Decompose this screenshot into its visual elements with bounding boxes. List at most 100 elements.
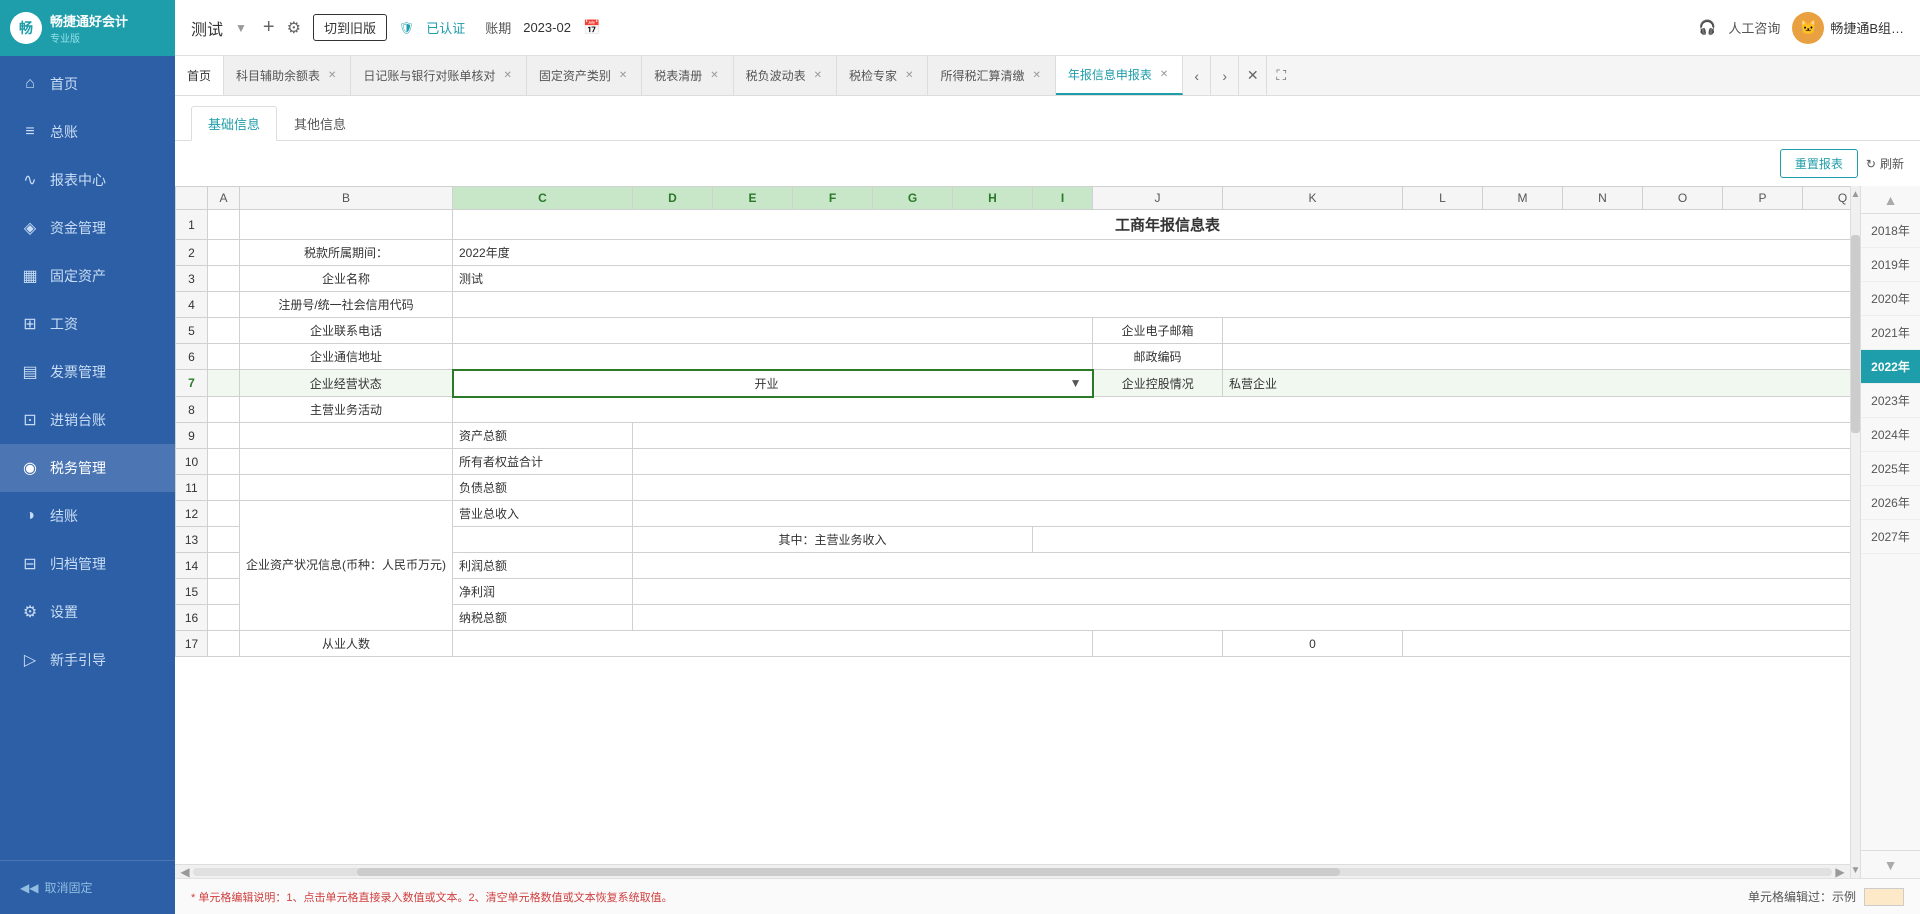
- cell-15-A[interactable]: [208, 579, 240, 605]
- cell-15-D[interactable]: [633, 579, 1851, 605]
- scroll-v-track[interactable]: [1851, 202, 1860, 862]
- cell-13-I[interactable]: [1033, 527, 1851, 553]
- cell-12-B[interactable]: 企业资产状况信息(币种：人民币万元): [240, 501, 453, 631]
- cell-16-D[interactable]: [633, 605, 1851, 631]
- scroll-right-btn[interactable]: ▶: [1832, 865, 1848, 879]
- cell-3-C[interactable]: 测试: [453, 266, 1851, 292]
- cell-11-B[interactable]: [240, 475, 453, 501]
- cell-17-B[interactable]: 从业人数: [240, 631, 453, 657]
- tab-journal-bank[interactable]: 日记账与银行对账单核对 ✕: [351, 56, 526, 95]
- switch-old-version-btn[interactable]: 切到旧版: [313, 14, 387, 41]
- cell-10-B[interactable]: [240, 449, 453, 475]
- cell-10-C[interactable]: 所有者权益合计: [453, 449, 633, 475]
- cell-2-A[interactable]: [208, 240, 240, 266]
- sidebar-item-reports[interactable]: ∿ 报表中心: [0, 156, 175, 204]
- col-header-F[interactable]: F: [793, 187, 873, 210]
- cell-6-J[interactable]: 邮政编码: [1093, 344, 1223, 370]
- cell-9-D[interactable]: [633, 423, 1851, 449]
- cell-15-C[interactable]: 净利润: [453, 579, 633, 605]
- year-down-btn[interactable]: ▼: [1861, 850, 1920, 878]
- cell-7-B[interactable]: 企业经营状态: [240, 370, 453, 397]
- sidebar-item-settings[interactable]: ⚙ 设置: [0, 588, 175, 636]
- inner-tab-other[interactable]: 其他信息: [277, 106, 363, 140]
- tab-prev-btn[interactable]: ‹: [1183, 56, 1211, 95]
- tab-close-icon[interactable]: ✕: [812, 69, 824, 82]
- tab-close-icon[interactable]: ✕: [501, 69, 513, 82]
- year-2020[interactable]: 2020年: [1861, 282, 1920, 316]
- cell-6-B[interactable]: 企业通信地址: [240, 344, 453, 370]
- col-header-N[interactable]: N: [1563, 187, 1643, 210]
- reset-report-btn[interactable]: 重置报表: [1780, 149, 1858, 178]
- cell-6-K[interactable]: [1223, 344, 1851, 370]
- cell-8-B[interactable]: 主营业务活动: [240, 397, 453, 423]
- support-label[interactable]: 人工咨询: [1728, 18, 1780, 37]
- sidebar-item-home[interactable]: ⌂ 首页: [0, 60, 175, 108]
- col-header-J[interactable]: J: [1093, 187, 1223, 210]
- scroll-up-btn[interactable]: ▲: [1851, 186, 1860, 202]
- col-header-B[interactable]: B: [240, 187, 453, 210]
- inner-tab-basic[interactable]: 基础信息: [191, 106, 277, 141]
- cell-5-C[interactable]: [453, 318, 1093, 344]
- cell-9-A[interactable]: [208, 423, 240, 449]
- cell-4-A[interactable]: [208, 292, 240, 318]
- cell-7-C[interactable]: 开业 ▼: [453, 370, 1093, 397]
- scroll-down-btn[interactable]: ▼: [1851, 862, 1860, 878]
- cell-10-A[interactable]: [208, 449, 240, 475]
- cell-1-A[interactable]: [208, 210, 240, 240]
- col-header-H[interactable]: H: [953, 187, 1033, 210]
- year-2023[interactable]: 2023年: [1861, 384, 1920, 418]
- cell-13-C[interactable]: [453, 527, 633, 553]
- year-up-btn[interactable]: ▲: [1861, 186, 1920, 214]
- cell-2-C[interactable]: 2022年度: [453, 240, 1851, 266]
- year-2024[interactable]: 2024年: [1861, 418, 1920, 452]
- cell-3-B[interactable]: 企业名称: [240, 266, 453, 292]
- sidebar-item-wages[interactable]: ⊞ 工资: [0, 300, 175, 348]
- tab-close-icon[interactable]: ✕: [617, 69, 629, 82]
- vertical-scrollbar[interactable]: ▲ ▼: [1850, 186, 1860, 878]
- cell-13-A[interactable]: [208, 527, 240, 553]
- cell-2-B[interactable]: 税款所属期间：: [240, 240, 453, 266]
- col-header-D[interactable]: D: [633, 187, 713, 210]
- cell-8-A[interactable]: [208, 397, 240, 423]
- tab-close-icon[interactable]: ✕: [708, 69, 720, 82]
- cell-6-C[interactable]: [453, 344, 1093, 370]
- sidebar-item-closing[interactable]: ◑ 结账: [0, 492, 175, 540]
- col-header-L[interactable]: L: [1403, 187, 1483, 210]
- cell-7-A[interactable]: [208, 370, 240, 397]
- scroll-track[interactable]: [193, 868, 1832, 876]
- tab-close-icon[interactable]: ✕: [1030, 69, 1042, 82]
- sidebar-item-archive[interactable]: ⊟ 归档管理: [0, 540, 175, 588]
- col-header-E[interactable]: E: [713, 187, 793, 210]
- tab-close-icon[interactable]: ✕: [1158, 68, 1170, 81]
- horizontal-scrollbar[interactable]: ◀ ▶: [175, 864, 1850, 878]
- cell-12-A[interactable]: [208, 501, 240, 527]
- cell-14-A[interactable]: [208, 553, 240, 579]
- cell-17-A[interactable]: [208, 631, 240, 657]
- col-header-Q[interactable]: Q: [1803, 187, 1851, 210]
- cell-1-B[interactable]: [240, 210, 453, 240]
- cell-5-J[interactable]: 企业电子邮箱: [1093, 318, 1223, 344]
- year-2019[interactable]: 2019年: [1861, 248, 1920, 282]
- cell-17-C[interactable]: [453, 631, 1093, 657]
- col-header-O[interactable]: O: [1643, 187, 1723, 210]
- year-2026[interactable]: 2026年: [1861, 486, 1920, 520]
- cell-11-D[interactable]: [633, 475, 1851, 501]
- sidebar-item-tax[interactable]: ◉ 税务管理: [0, 444, 175, 492]
- cell-17-K[interactable]: 0: [1223, 631, 1403, 657]
- refresh-btn[interactable]: ↻ 刷新: [1866, 155, 1904, 172]
- tab-close-icon[interactable]: ✕: [903, 69, 915, 82]
- cell-4-B[interactable]: 注册号/统一社会信用代码: [240, 292, 453, 318]
- tab-home[interactable]: 首页: [175, 56, 224, 95]
- tab-fixed-asset-type[interactable]: 固定资产类别 ✕: [527, 56, 642, 95]
- sidebar-item-inout[interactable]: ⊡ 进销台账: [0, 396, 175, 444]
- cell-17-L[interactable]: [1403, 631, 1851, 657]
- col-header-I[interactable]: I: [1033, 187, 1093, 210]
- col-header-C[interactable]: C: [453, 187, 633, 210]
- col-header-P[interactable]: P: [1723, 187, 1803, 210]
- cell-4-C[interactable]: [453, 292, 1851, 318]
- tab-tax-expert[interactable]: 税检专家 ✕: [837, 56, 928, 95]
- sidebar-item-invoice[interactable]: ▤ 发票管理: [0, 348, 175, 396]
- cell-14-D[interactable]: [633, 553, 1851, 579]
- cell-1-title[interactable]: 工商年报信息表: [453, 210, 1851, 240]
- cell-7-K[interactable]: 私营企业: [1223, 370, 1851, 397]
